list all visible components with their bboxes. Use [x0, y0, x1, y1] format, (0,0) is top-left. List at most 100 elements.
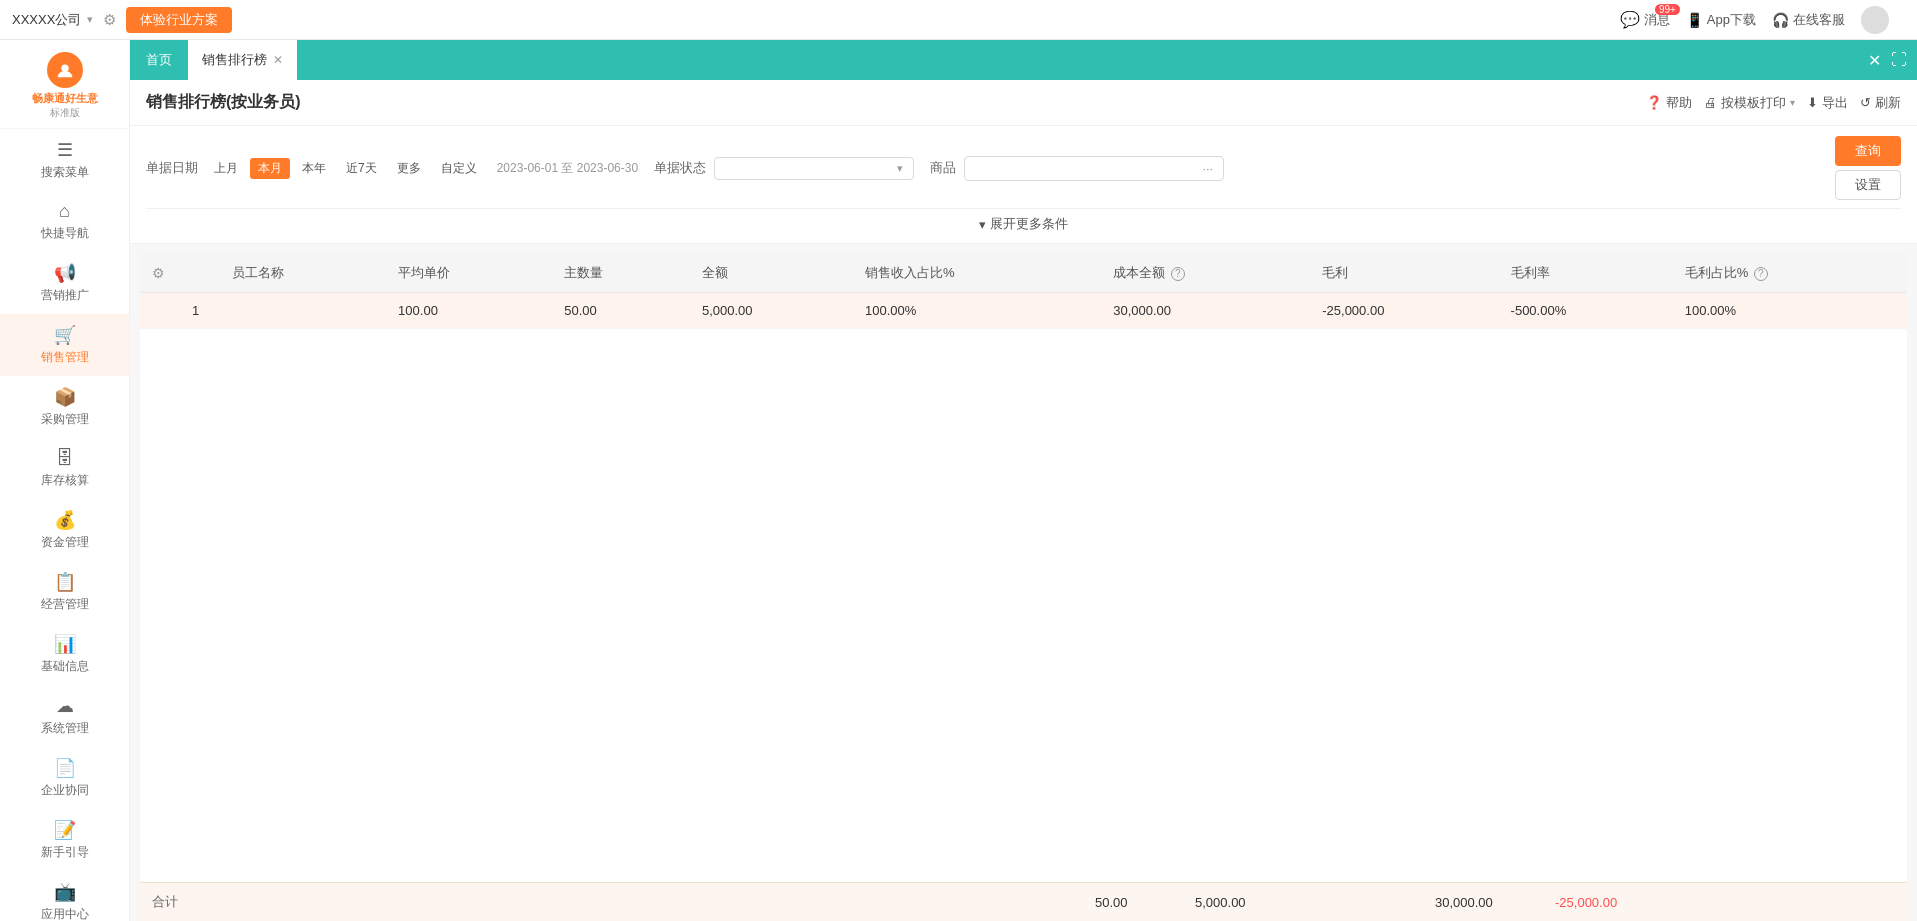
app-download-button[interactable]: 📱 App下载 [1686, 11, 1756, 29]
trial-button[interactable]: 体验行业方案 [126, 7, 232, 33]
footer-profit: -25,000.00 [1555, 895, 1655, 910]
tab-sales-ranking[interactable]: 销售排行榜 ✕ [188, 40, 297, 80]
main-area: 首页 销售排行榜 ✕ ✕ ⛶ 销售排行榜(按业务员) ❓ 帮助 [130, 40, 1917, 921]
goods-more-icon[interactable]: ··· [1202, 161, 1213, 176]
col-rank [180, 254, 220, 293]
window-expand-icon[interactable]: ⛶ [1891, 51, 1907, 69]
sidebar-item-search-orders[interactable]: ☰ 搜索菜单 [0, 129, 129, 191]
sidebar-nav: ☰ 搜索菜单 ⌂ 快捷导航 📢 营销推广 🛒 销售管理 📦 采购管理 🗄 库 [0, 129, 129, 921]
cell-employee [220, 293, 386, 329]
query-button[interactable]: 查询 [1835, 136, 1901, 166]
company-chevron: ▾ [87, 13, 93, 26]
sidebar-item-basic-info[interactable]: 📊 基础信息 [0, 623, 129, 685]
sidebar-item-operations[interactable]: 📋 经营管理 [0, 561, 129, 623]
sidebar-item-marketing[interactable]: 📢 营销推广 [0, 252, 129, 314]
sidebar-label-guide: 新手引导 [41, 844, 89, 861]
refresh-icon: ↺ [1860, 95, 1871, 110]
sidebar: 畅康通好生意 标准版 ☰ 搜索菜单 ⌂ 快捷导航 📢 营销推广 🛒 销售管理 📦 [0, 40, 130, 921]
sidebar-item-purchase[interactable]: 📦 采购管理 [0, 376, 129, 438]
date-tab-this-month[interactable]: 本月 [250, 158, 290, 179]
sidebar-label-inventory: 库存核算 [41, 472, 89, 489]
cell-profit: -25,000.00 [1310, 293, 1498, 329]
status-select[interactable]: ▾ [714, 157, 914, 180]
sidebar-item-finance[interactable]: 💰 资金管理 [0, 499, 129, 561]
footer-label: 合计 [152, 893, 178, 911]
sidebar-item-inventory[interactable]: 🗄 库存核算 [0, 438, 129, 499]
sidebar-item-enterprise-collab[interactable]: 📄 企业协同 [0, 747, 129, 809]
print-label: 按模板打印 [1721, 94, 1786, 112]
window-close-icon[interactable]: ✕ [1868, 51, 1881, 70]
date-tab-this-year[interactable]: 本年 [294, 158, 334, 179]
company-selector[interactable]: XXXXX公司 ▾ [12, 11, 93, 29]
tab-close-icon[interactable]: ✕ [273, 53, 283, 67]
search-menu-icon: ☰ [57, 139, 73, 161]
phone-icon: 📱 [1686, 12, 1703, 28]
message-button[interactable]: 💬 消息 99+ [1620, 10, 1670, 29]
goods-input[interactable]: ··· [964, 156, 1224, 181]
filter-settings-button[interactable]: 设置 [1835, 170, 1901, 200]
inventory-icon: 🗄 [56, 448, 74, 469]
table-area: ⚙ 员工名称 平均单价 主数量 全额 销售收入占比% 成本全额 ? 毛利 毛利率 [140, 254, 1907, 921]
online-service-button[interactable]: 🎧 在线客服 [1772, 11, 1845, 29]
basic-info-icon: 📊 [54, 633, 76, 655]
operations-icon: 📋 [54, 571, 76, 593]
help-button[interactable]: ❓ 帮助 [1646, 94, 1692, 112]
refresh-button[interactable]: ↺ 刷新 [1860, 94, 1901, 112]
date-tab-more[interactable]: 更多 [389, 158, 429, 179]
sidebar-item-app-center[interactable]: 📺 应用中心 [0, 871, 129, 921]
cell-rank: 1 [180, 293, 220, 329]
service-label: 在线客服 [1793, 11, 1845, 29]
logo-text: 畅康通好生意 [32, 91, 98, 106]
collab-icon: 📄 [54, 757, 76, 779]
date-tab-last7days[interactable]: 近7天 [338, 158, 385, 179]
sidebar-label-operations: 经营管理 [41, 596, 89, 613]
expand-more-button[interactable]: ▾ 展开更多条件 [146, 208, 1901, 233]
cell-avg-price: 100.00 [386, 293, 552, 329]
sidebar-item-system[interactable]: ☁ 系统管理 [0, 685, 129, 747]
top-bar-right: 💬 消息 99+ 📱 App下载 🎧 在线客服 [1620, 6, 1905, 34]
sidebar-item-guide[interactable]: 📝 新手引导 [0, 809, 129, 871]
date-tab-last-month[interactable]: 上月 [206, 158, 246, 179]
sidebar-label-basic-info: 基础信息 [41, 658, 89, 675]
tab-home[interactable]: 首页 [130, 40, 188, 80]
col-sales-pct: 销售收入占比% [853, 254, 1101, 293]
sidebar-label-purchase: 采购管理 [41, 411, 89, 428]
footer-amount: 5,000.00 [1195, 895, 1295, 910]
table-row: 1 100.00 50.00 5,000.00 100.00% 30,000.0… [140, 293, 1907, 329]
status-label: 单据状态 [654, 159, 706, 177]
col-qty: 主数量 [552, 254, 690, 293]
tab-bar-right: ✕ ⛶ [1868, 51, 1917, 70]
export-button[interactable]: ⬇ 导出 [1807, 94, 1848, 112]
filter-right-buttons: 查询 设置 [1835, 136, 1901, 200]
profit-pct-info-icon[interactable]: ? [1754, 267, 1768, 281]
app-center-icon: 📺 [54, 881, 76, 903]
date-tabs: 上月 本月 本年 近7天 更多 自定义 [206, 158, 485, 179]
col-profit: 毛利 [1310, 254, 1498, 293]
footer-cost: 30,000.00 [1435, 895, 1535, 910]
finance-icon: 💰 [54, 509, 76, 531]
sales-icon: 🛒 [54, 324, 76, 346]
settings-gear-icon[interactable]: ⚙ [103, 11, 116, 29]
table-settings-icon[interactable]: ⚙ [152, 265, 165, 281]
date-filter-group: 单据日期 上月 本月 本年 近7天 更多 自定义 2023-06-01 至 20… [146, 158, 638, 179]
avatar[interactable] [1861, 6, 1889, 34]
sidebar-label-collab: 企业协同 [41, 782, 89, 799]
print-icon: 🖨 [1704, 95, 1717, 110]
print-button[interactable]: 🖨 按模板打印 ▾ [1704, 94, 1795, 112]
page-title: 销售排行榜(按业务员) [146, 92, 301, 113]
sidebar-item-sales[interactable]: 🛒 销售管理 [0, 314, 129, 376]
col-settings[interactable]: ⚙ [140, 254, 180, 293]
cost-info-icon[interactable]: ? [1171, 267, 1185, 281]
date-tab-custom[interactable]: 自定义 [433, 158, 485, 179]
cell-settings [140, 293, 180, 329]
refresh-label: 刷新 [1875, 94, 1901, 112]
col-profit-pct: 毛利占比% ? [1673, 254, 1907, 293]
col-profit-rate: 毛利率 [1499, 254, 1673, 293]
purchase-icon: 📦 [54, 386, 76, 408]
tab-sales-ranking-label: 销售排行榜 [202, 51, 267, 69]
page-header: 销售排行榜(按业务员) ❓ 帮助 🖨 按模板打印 ▾ ⬇ 导出 [130, 80, 1917, 126]
print-chevron-icon: ▾ [1790, 97, 1795, 108]
footer-qty: 50.00 [1095, 895, 1175, 910]
col-amount: 全额 [690, 254, 853, 293]
sidebar-item-quick-nav[interactable]: ⌂ 快捷导航 [0, 191, 129, 252]
